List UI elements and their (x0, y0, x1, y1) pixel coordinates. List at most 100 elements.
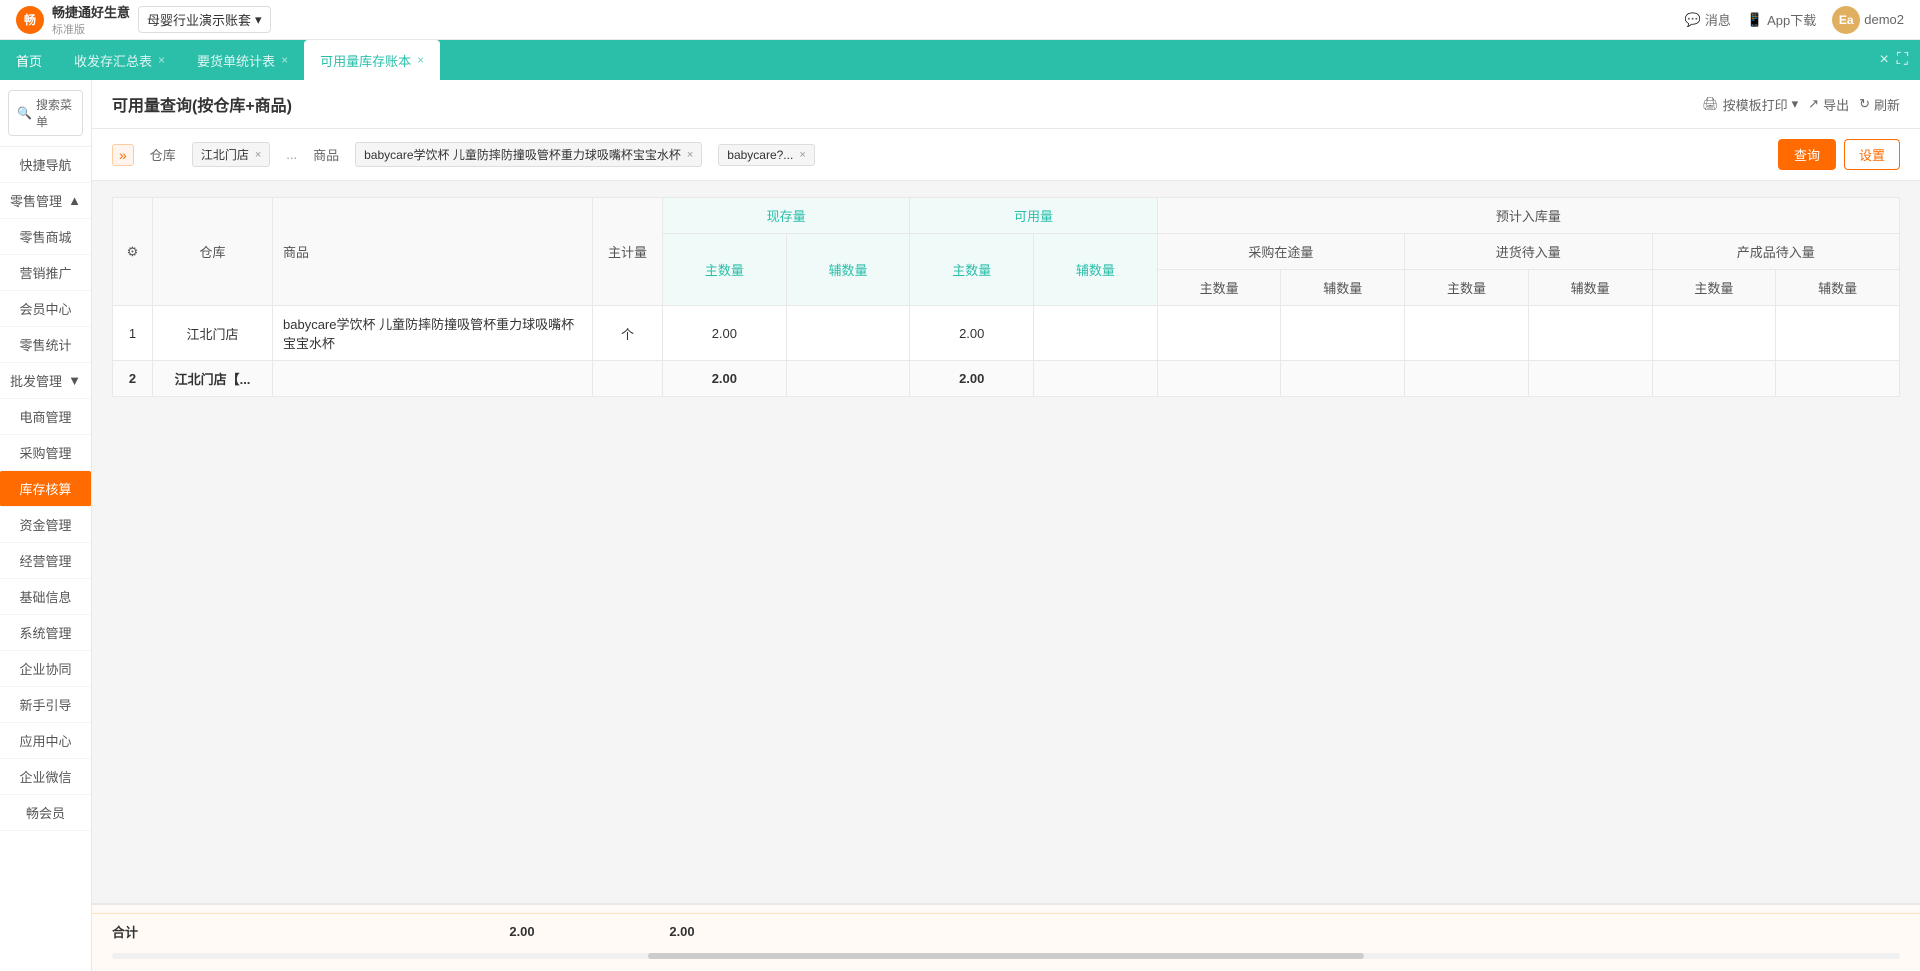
row-incoming-main-2 (1405, 361, 1529, 397)
refresh-btn[interactable]: ↻ 刷新 (1859, 95, 1900, 114)
query-btn[interactable]: 查询 (1778, 139, 1836, 170)
warehouse-more[interactable]: ... (286, 147, 297, 162)
export-btn[interactable]: ↗ 导出 (1808, 95, 1849, 114)
warehouse-tag: 江北门店 × (192, 142, 270, 167)
sidebar-item-enterprise[interactable]: 企业协同 (0, 651, 91, 687)
sidebar-item-quick-nav[interactable]: 快捷导航 (0, 147, 91, 183)
th-available-aux: 辅数量 (1034, 234, 1158, 306)
print-btn[interactable]: 🖨 按模板打印 ▾ (1702, 95, 1798, 114)
page-title: 可用量查询(按仓库+商品) (112, 92, 292, 116)
row-warehouse-1: 江北门店 (153, 306, 273, 361)
sidebar-item-marketing[interactable]: 营销推广 (0, 255, 91, 291)
tab-available[interactable]: 可用量库存账本 × (304, 40, 440, 80)
fullscreen-icon[interactable]: ⛶ (1897, 51, 1908, 69)
phone-icon: 📱 (1747, 12, 1763, 28)
th-production-aux: 辅数量 (1776, 270, 1900, 306)
export-icon: ↗ (1808, 96, 1819, 112)
th-production-group: 产成品待入量 (1652, 234, 1900, 270)
sidebar-item-guide[interactable]: 新手引导 (0, 687, 91, 723)
table-container: ⚙ 仓库 商品 主计量 现存量 可用量 预计入库量 主数量 辅数量 (112, 197, 1900, 397)
chevron-icon: ▲ (68, 193, 81, 208)
product-tag-2-close[interactable]: × (799, 149, 805, 161)
table-row: 1 江北门店 babycare学饮杯 儿童防摔防撞吸管杯重力球吸嘴杯宝宝水杯 个… (113, 306, 1900, 361)
filter-expand-btn[interactable]: » (112, 144, 134, 166)
sidebar-item-inventory[interactable]: 库存核算 (0, 471, 91, 507)
tab-close-all[interactable]: × (1879, 51, 1888, 69)
footer-available-main: 2.00 (642, 924, 722, 939)
warehouse-tag-close[interactable]: × (255, 149, 261, 161)
row-production-aux-2 (1776, 361, 1900, 397)
sidebar-item-finance[interactable]: 资金管理 (0, 507, 91, 543)
sidebar-item-member[interactable]: 会员中心 (0, 291, 91, 327)
sidebar-item-purchase[interactable]: 采购管理 (0, 435, 91, 471)
row-unit-1: 个 (593, 306, 663, 361)
filter-actions: 查询 设置 (1778, 139, 1900, 170)
row-stock-aux-2 (786, 361, 910, 397)
th-stock-group: 现存量 (663, 198, 910, 234)
sidebar-item-vip[interactable]: 畅会员 (0, 795, 91, 831)
th-production-main: 主数量 (1652, 270, 1776, 306)
row-stock-main-1: 2.00 (663, 306, 787, 361)
row-index-2: 2 (113, 361, 153, 397)
app-download-btn[interactable]: 📱 App下载 (1747, 10, 1816, 29)
sidebar-item-retail-stats[interactable]: 零售统计 (0, 327, 91, 363)
tab-bar-actions: × ⛶ (1879, 51, 1920, 69)
scrollbar-thumb[interactable] (648, 953, 1363, 959)
product-tag-1: babycare学饮杯 儿童防摔防撞吸管杯重力球吸嘴杯宝宝水杯 × (355, 142, 702, 167)
row-incoming-aux-2 (1528, 361, 1652, 397)
sidebar-item-retail-shop[interactable]: 零售商城 (0, 219, 91, 255)
chevron-down-icon: ▾ (1792, 96, 1799, 112)
th-purchase-main: 主数量 (1157, 270, 1281, 306)
content-header: 可用量查询(按仓库+商品) 🖨 按模板打印 ▾ ↗ 导出 ↻ 刷新 (92, 80, 1920, 129)
th-incoming-aux: 辅数量 (1528, 270, 1652, 306)
th-incoming-main: 主数量 (1405, 270, 1529, 306)
row-product-1: babycare学饮杯 儿童防摔防撞吸管杯重力球吸嘴杯宝宝水杯 (273, 306, 593, 361)
settings-btn[interactable]: 设置 (1844, 139, 1900, 170)
tab-order[interactable]: 要货单统计表 × (181, 40, 304, 80)
message-btn[interactable]: 💬 消息 (1685, 10, 1731, 29)
chevron-down-icon: ▼ (68, 373, 81, 388)
th-warehouse: 仓库 (153, 198, 273, 306)
scrollbar-area[interactable] (92, 949, 1920, 963)
th-purchase-aux: 辅数量 (1281, 270, 1405, 306)
sidebar: 🔍 搜索菜单 快捷导航 零售管理 ▲ 零售商城 营销推广 会员中心 零售统计 批… (0, 80, 92, 971)
sidebar-item-ecommerce[interactable]: 电商管理 (0, 399, 91, 435)
sidebar-item-system[interactable]: 系统管理 (0, 615, 91, 651)
user-profile[interactable]: Ea demo2 (1832, 6, 1904, 34)
sidebar-item-wechat[interactable]: 企业微信 (0, 759, 91, 795)
top-bar: 畅 畅捷通好生意 标准版 母婴行业演示账套 ▾ 💬 消息 📱 App下载 Ea … (0, 0, 1920, 40)
th-planned-group: 预计入库量 (1157, 198, 1899, 234)
th-product: 商品 (273, 198, 593, 306)
sidebar-item-retail[interactable]: 零售管理 ▲ (0, 183, 91, 219)
tab-receive[interactable]: 收发存汇总表 × (58, 40, 181, 80)
row-incoming-aux-1 (1528, 306, 1652, 361)
sidebar-item-wholesale[interactable]: 批发管理 ▼ (0, 363, 91, 399)
top-bar-right: 💬 消息 📱 App下载 Ea demo2 (1685, 6, 1904, 34)
filter-bar: » 仓库 江北门店 × ... 商品 babycare学饮杯 儿童防摔防撞吸管杯… (92, 129, 1920, 181)
row-product-2 (273, 361, 593, 397)
data-table: ⚙ 仓库 商品 主计量 现存量 可用量 预计入库量 主数量 辅数量 (112, 197, 1900, 397)
sidebar-item-basic[interactable]: 基础信息 (0, 579, 91, 615)
search-menu-btn[interactable]: 🔍 搜索菜单 (8, 90, 83, 136)
refresh-icon: ↻ (1859, 96, 1870, 112)
product-label: 商品 (313, 145, 339, 164)
table-footer: 合计 2.00 2.00 (92, 903, 1920, 971)
th-stock-aux: 辅数量 (786, 234, 910, 306)
row-stock-main-2: 2.00 (663, 361, 787, 397)
tab-home[interactable]: 首页 (0, 40, 58, 80)
sidebar-item-operation[interactable]: 经营管理 (0, 543, 91, 579)
avatar: Ea (1832, 6, 1860, 34)
th-gear: ⚙ (113, 198, 153, 306)
tab-close-available[interactable]: × (417, 53, 424, 67)
th-incoming-group: 进货待入量 (1405, 234, 1652, 270)
tab-bar: 首页 收发存汇总表 × 要货单统计表 × 可用量库存账本 × × ⛶ (0, 40, 1920, 80)
sidebar-item-apps[interactable]: 应用中心 (0, 723, 91, 759)
row-index-1: 1 (113, 306, 153, 361)
product-tag-1-close[interactable]: × (687, 149, 693, 161)
tab-close-order[interactable]: × (281, 53, 288, 67)
sidebar-search-area: 🔍 搜索菜单 (0, 80, 91, 147)
th-available-main: 主数量 (910, 234, 1034, 306)
tab-close-receive[interactable]: × (158, 53, 165, 67)
account-selector[interactable]: 母婴行业演示账套 ▾ (138, 6, 271, 33)
message-icon: 💬 (1685, 12, 1701, 28)
